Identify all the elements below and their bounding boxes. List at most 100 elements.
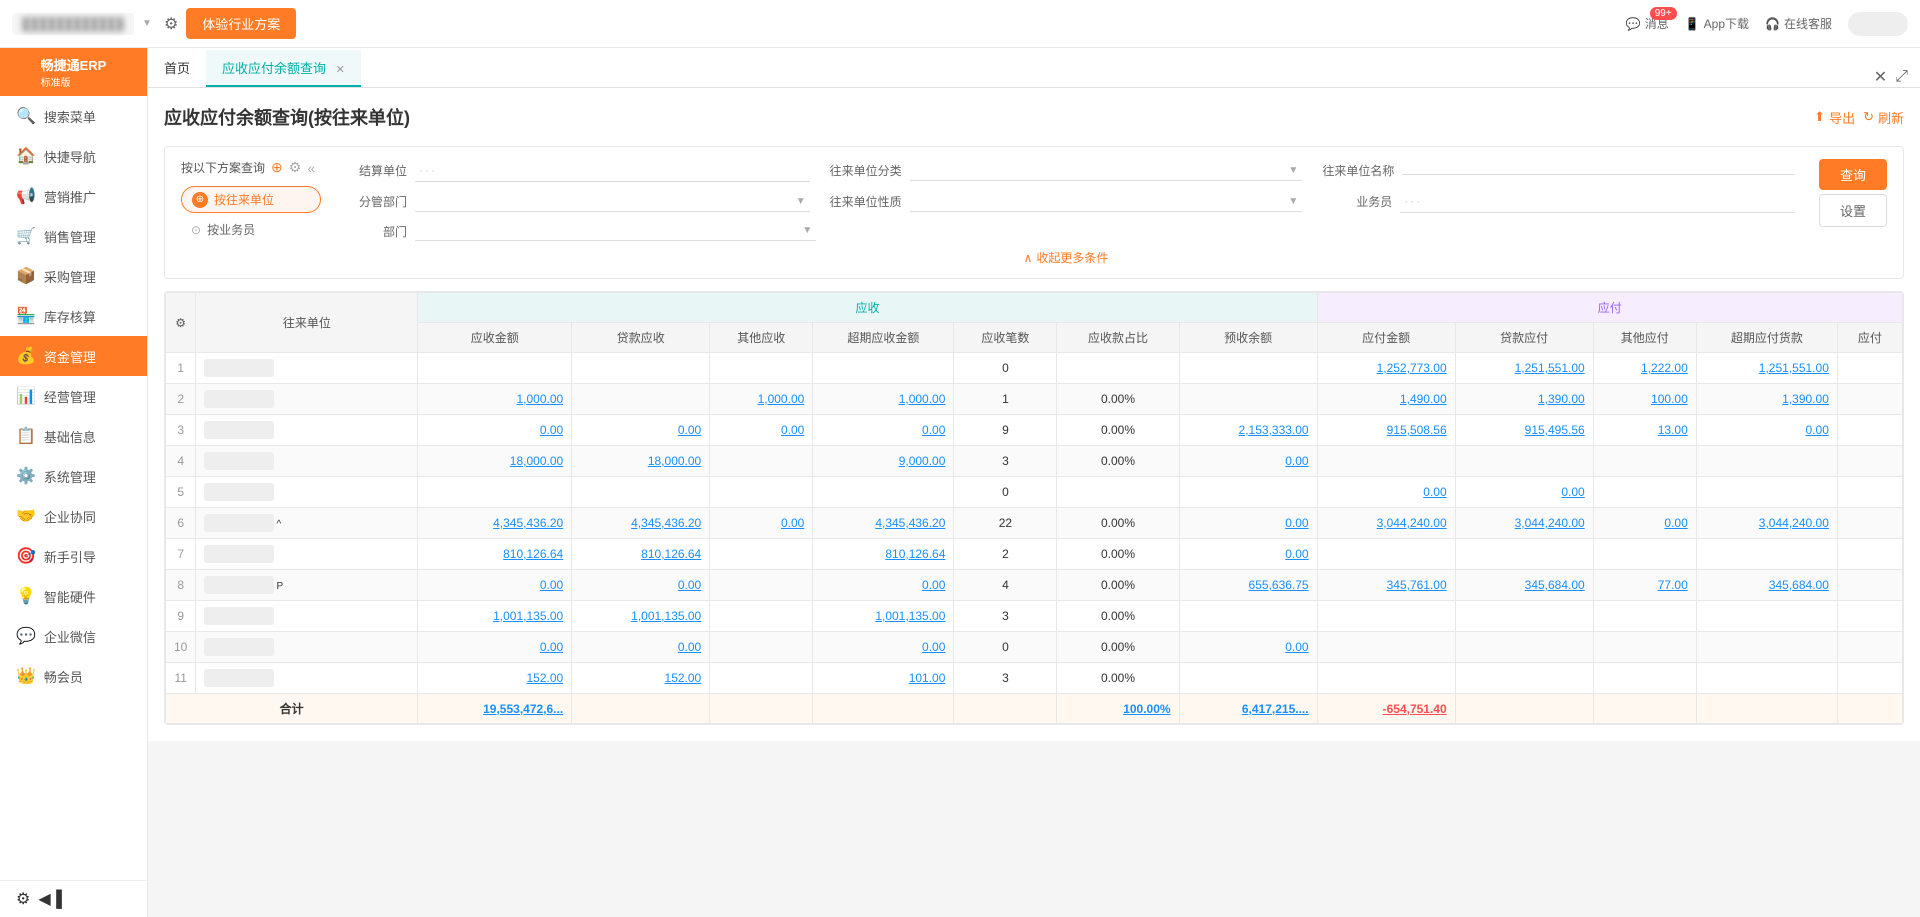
tab-expand-icon[interactable]: ⤢	[1895, 68, 1908, 86]
sidebar-item-system[interactable]: ⚙️ 系统管理	[0, 456, 147, 496]
th-loan-payable: 贷款应付	[1455, 323, 1593, 353]
wechat-icon: 💬	[16, 626, 36, 646]
sidebar: 畅捷通ERP标准版 🔍 搜索菜单 🏠 快捷导航 📢 营销推广 🛒 销售管理 📦 …	[0, 48, 148, 917]
field-unit-nature: 往来单位性质 ▼	[830, 190, 1303, 213]
collapse-icon-up: ∧	[1024, 251, 1033, 265]
inventory-icon: 🏪	[16, 306, 36, 326]
tab-close-btn[interactable]: ✕	[336, 64, 345, 76]
filter-by-staff[interactable]: ⊙ 按业务员	[181, 217, 321, 242]
th-company: 往来单位	[196, 293, 418, 353]
sidebar-item-operations[interactable]: 📊 经营管理	[0, 376, 147, 416]
top-bar-left: ████████████ ▼ ⚙ 体验行业方案	[12, 8, 1626, 39]
sidebar-item-collab[interactable]: 🤝 企业协同	[0, 496, 147, 536]
table-footer-row: 合计 19,553,472,6... 100.00% 6,417,215....…	[166, 694, 1903, 724]
filter-staff-label: 按业务员	[207, 221, 255, 238]
collapse-filter-icon[interactable]: «	[307, 160, 315, 176]
sidebar-item-hardware[interactable]: 💡 智能硬件	[0, 576, 147, 616]
sidebar-item-inventory[interactable]: 🏪 库存核算	[0, 296, 147, 336]
row-count-1: 0	[954, 353, 1057, 384]
collapse-btn[interactable]: ∧ 收起更多条件	[1024, 249, 1109, 266]
th-overdue-payable: 超期应付货款	[1696, 323, 1837, 353]
basic-icon: 📋	[16, 426, 36, 446]
row-ratio-4: 0.00%	[1057, 446, 1179, 477]
row-count-5: 0	[954, 477, 1057, 508]
settings-icon-top[interactable]: ⚙	[164, 14, 178, 34]
salesperson-input[interactable]: ···	[1400, 190, 1795, 213]
field-label-dept: 分管部门	[337, 193, 407, 210]
app-layout: 畅捷通ERP标准版 🔍 搜索菜单 🏠 快捷导航 📢 营销推广 🛒 销售管理 📦 …	[0, 48, 1920, 917]
footer-payable-amount[interactable]: -654,751.40	[1317, 694, 1455, 724]
filter-company-label: 按往来单位	[214, 191, 274, 208]
add-filter-icon[interactable]: ⊕	[271, 159, 283, 176]
query-btn[interactable]: 查询	[1819, 159, 1887, 190]
main-area: 首页 应收应付余额查询 ✕ ✕ ⤢ 应收应付余额查询(按往来单位) ⬆	[148, 48, 1920, 917]
system-icon: ⚙️	[16, 466, 36, 486]
row-ratio-10: 0.00%	[1057, 632, 1179, 663]
refresh-btn[interactable]: ↻ 刷新	[1863, 108, 1904, 127]
sidebar-label-search: 搜索菜单	[44, 107, 96, 126]
sidebar-item-sales[interactable]: 🛒 销售管理	[0, 216, 147, 256]
row-num-9: 9	[166, 601, 196, 632]
row-count-10: 0	[954, 632, 1057, 663]
sidebar-label-hardware: 智能硬件	[44, 587, 96, 606]
filter-label: 按以下方案查询	[181, 159, 265, 176]
sidebar-item-marketing[interactable]: 📢 营销推广	[0, 176, 147, 216]
filter-by-company[interactable]: ⊕ 按往来单位	[181, 186, 321, 213]
row-count-11: 3	[954, 663, 1057, 694]
field-label-category: 往来单位分类	[830, 162, 902, 179]
th-settings[interactable]: ⚙	[166, 293, 196, 353]
industry-btn[interactable]: 体验行业方案	[186, 8, 296, 39]
sidebar-label-inventory: 库存核算	[44, 307, 96, 326]
field-dept: 分管部门 ▼	[337, 190, 810, 213]
tab-home[interactable]: 首页	[148, 50, 206, 87]
tab-receivable[interactable]: 应收应付余额查询 ✕	[206, 50, 361, 87]
hardware-icon: 💡	[16, 586, 36, 606]
footer-advance-balance[interactable]: 6,417,215....	[1179, 694, 1317, 724]
tab-close-icon[interactable]: ✕	[1874, 67, 1887, 87]
footer-label: 合计	[166, 694, 418, 724]
sidebar-item-finance[interactable]: 💰 资金管理	[0, 336, 147, 376]
row-ratio-7: 0.00%	[1057, 539, 1179, 570]
settings-bottom-icon[interactable]: ⚙	[16, 889, 30, 909]
dept-input[interactable]: ▼	[415, 192, 810, 212]
category-input[interactable]: ▼	[910, 161, 1303, 181]
breadcrumb-arrow: ▼	[142, 18, 152, 29]
sidebar-label-finance: 资金管理	[44, 347, 96, 366]
unit-name-input[interactable]	[1402, 166, 1795, 175]
app-download-item[interactable]: 📱 App下载	[1685, 15, 1749, 32]
row-ratio-11: 0.00%	[1057, 663, 1179, 694]
sidebar-item-purchase[interactable]: 📦 采购管理	[0, 256, 147, 296]
sidebar-item-wechat[interactable]: 💬 企业微信	[0, 616, 147, 656]
export-btn[interactable]: ⬆ 导出	[1814, 108, 1855, 127]
th-receivable-count: 应收笔数	[954, 323, 1057, 353]
online-service-item[interactable]: 🎧 在线客服	[1765, 15, 1832, 32]
field-label-settlement: 结算单位	[337, 162, 407, 179]
sidebar-label-collab: 企业协同	[44, 507, 96, 526]
notice-item[interactable]: 💬 消息 99+	[1626, 15, 1669, 32]
sidebar-item-guide[interactable]: 🎯 新手引导	[0, 536, 147, 576]
row-company-1	[196, 353, 418, 384]
row-num-6: 6	[166, 508, 196, 539]
user-info[interactable]	[1848, 12, 1908, 36]
set-btn[interactable]: 设置	[1819, 194, 1887, 227]
sidebar-item-member[interactable]: 👑 畅会员	[0, 656, 147, 696]
sidebar-label-sales: 销售管理	[44, 227, 96, 246]
th-receivable-group: 应收	[418, 293, 1317, 323]
field-unit-name: 往来单位名称	[1322, 159, 1795, 182]
collapse-icon[interactable]: ◀▐	[38, 889, 62, 909]
footer-receivable-amount[interactable]: 19,553,472,6...	[418, 694, 572, 724]
footer-receivable-ratio: 100.00%	[1057, 694, 1179, 724]
sidebar-logo: 畅捷通ERP标准版	[0, 48, 147, 96]
edit-filter-icon[interactable]: ⚙	[289, 159, 302, 176]
category-arrow-icon: ▼	[1288, 165, 1298, 176]
sidebar-item-search[interactable]: 🔍 搜索菜单	[0, 96, 147, 136]
row-company-9	[196, 601, 418, 632]
sidebar-item-basic[interactable]: 📋 基础信息	[0, 416, 147, 456]
filter-company-icon: ⊕	[192, 192, 208, 208]
row-num-7: 7	[166, 539, 196, 570]
nature-input[interactable]: ▼	[910, 192, 1303, 212]
field-label-nature: 往来单位性质	[830, 193, 902, 210]
sidebar-item-nav[interactable]: 🏠 快捷导航	[0, 136, 147, 176]
division-input[interactable]: ▼	[415, 221, 816, 241]
settlement-input[interactable]: ···	[415, 159, 810, 182]
